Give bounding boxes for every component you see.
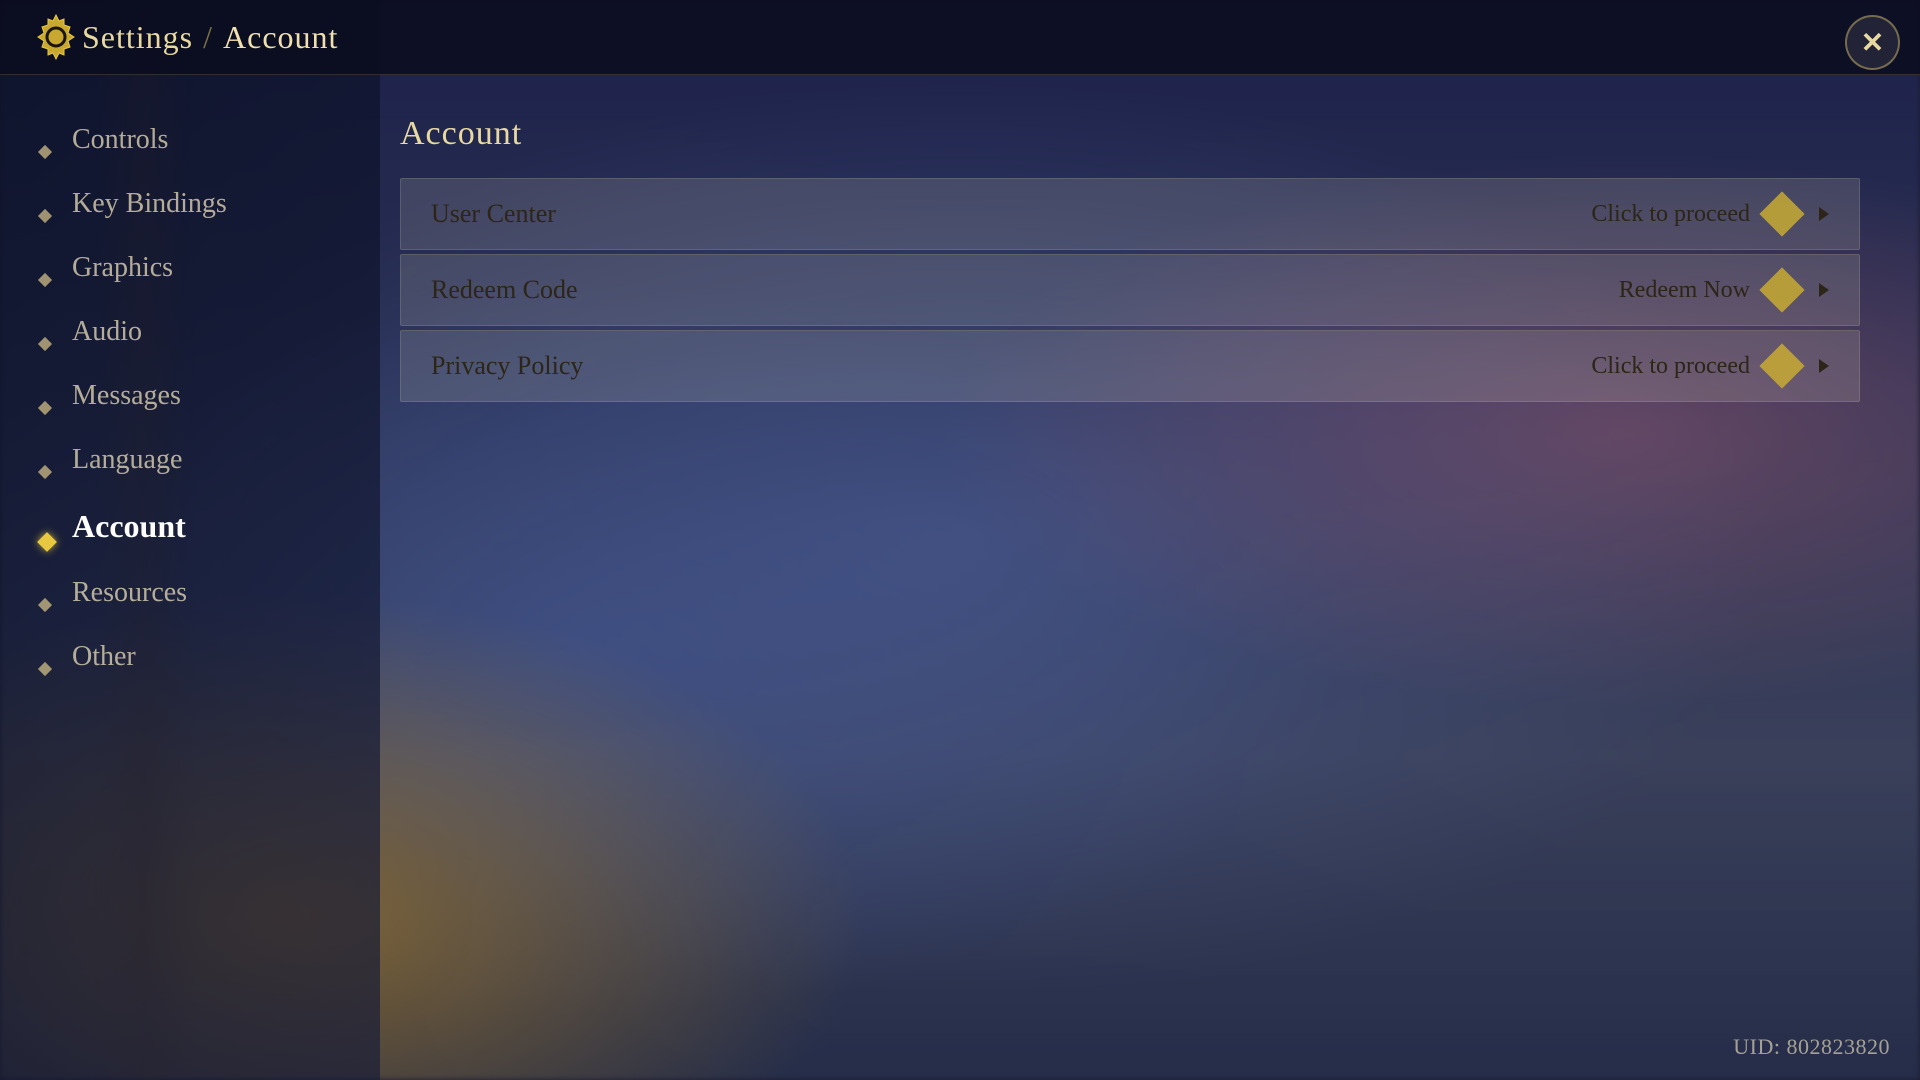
sidebar-label-language: Language [72,444,182,476]
settings-title: Settings [82,19,193,56]
sidebar-item-account[interactable]: Account [20,494,360,559]
settings-row-privacy-policy[interactable]: Privacy Policy Click to proceed [400,330,1860,402]
sidebar-label-account: Account [72,508,186,545]
close-button[interactable]: ✕ [1845,15,1900,70]
title-separator: / [203,19,213,56]
arrow-icon [1819,359,1829,373]
bullet-icon [40,389,54,403]
sidebar-item-audio[interactable]: Audio [20,302,360,362]
arrow-icon [1819,283,1829,297]
main-content: Account User Center Click to proceed Red… [400,85,1860,432]
sidebar-item-controls[interactable]: Controls [20,110,360,170]
bullet-icon [40,261,54,275]
title-bar: Settings / Account [0,0,1920,75]
arrow-icon [1819,207,1829,221]
sidebar-label-other: Other [72,641,136,673]
settings-row-user-center[interactable]: User Center Click to proceed [400,178,1860,250]
row-right-privacy-policy: Click to proceed [1591,350,1829,382]
sidebar-label-controls: Controls [72,124,168,156]
bullet-icon [40,586,54,600]
row-action-user-center: Click to proceed [1591,201,1750,228]
bullet-icon [40,453,54,467]
row-label-privacy-policy: Privacy Policy [431,351,583,381]
sidebar-item-graphics[interactable]: Graphics [20,238,360,298]
sidebar-label-resources: Resources [72,577,187,609]
row-label-user-center: User Center [431,199,556,229]
title-current-section: Account [223,19,338,56]
row-right-user-center: Click to proceed [1591,198,1829,230]
settings-list: User Center Click to proceed Redeem Code… [400,178,1860,402]
row-action-privacy-policy: Click to proceed [1591,353,1750,380]
sidebar-label-messages: Messages [72,380,181,412]
sidebar-label-graphics: Graphics [72,252,173,284]
sidebar-item-language[interactable]: Language [20,430,360,490]
row-right-redeem-code: Redeem Now [1619,274,1829,306]
sidebar-item-messages[interactable]: Messages [20,366,360,426]
bullet-icon [40,197,54,211]
active-bullet-icon [40,520,54,534]
settings-row-redeem-code[interactable]: Redeem Code Redeem Now [400,254,1860,326]
row-action-redeem-code: Redeem Now [1619,277,1750,304]
sidebar-label-audio: Audio [72,316,142,348]
sidebar-nav: Controls Key Bindings Graphics Audio Mes… [0,80,380,721]
close-icon: ✕ [1861,26,1884,60]
sidebar-item-resources[interactable]: Resources [20,563,360,623]
sidebar-label-key-bindings: Key Bindings [72,188,227,220]
bullet-icon [40,325,54,339]
sidebar-item-other[interactable]: Other [20,627,360,687]
diamond-icon [1759,191,1804,236]
uid-label: UID: 802823820 [1733,1034,1890,1060]
row-label-redeem-code: Redeem Code [431,275,578,305]
diamond-icon [1759,267,1804,312]
gear-icon [30,11,82,63]
bullet-icon [40,133,54,147]
bullet-icon [40,650,54,664]
diamond-icon [1759,343,1804,388]
sidebar-item-key-bindings[interactable]: Key Bindings [20,174,360,234]
section-title: Account [400,115,1860,153]
